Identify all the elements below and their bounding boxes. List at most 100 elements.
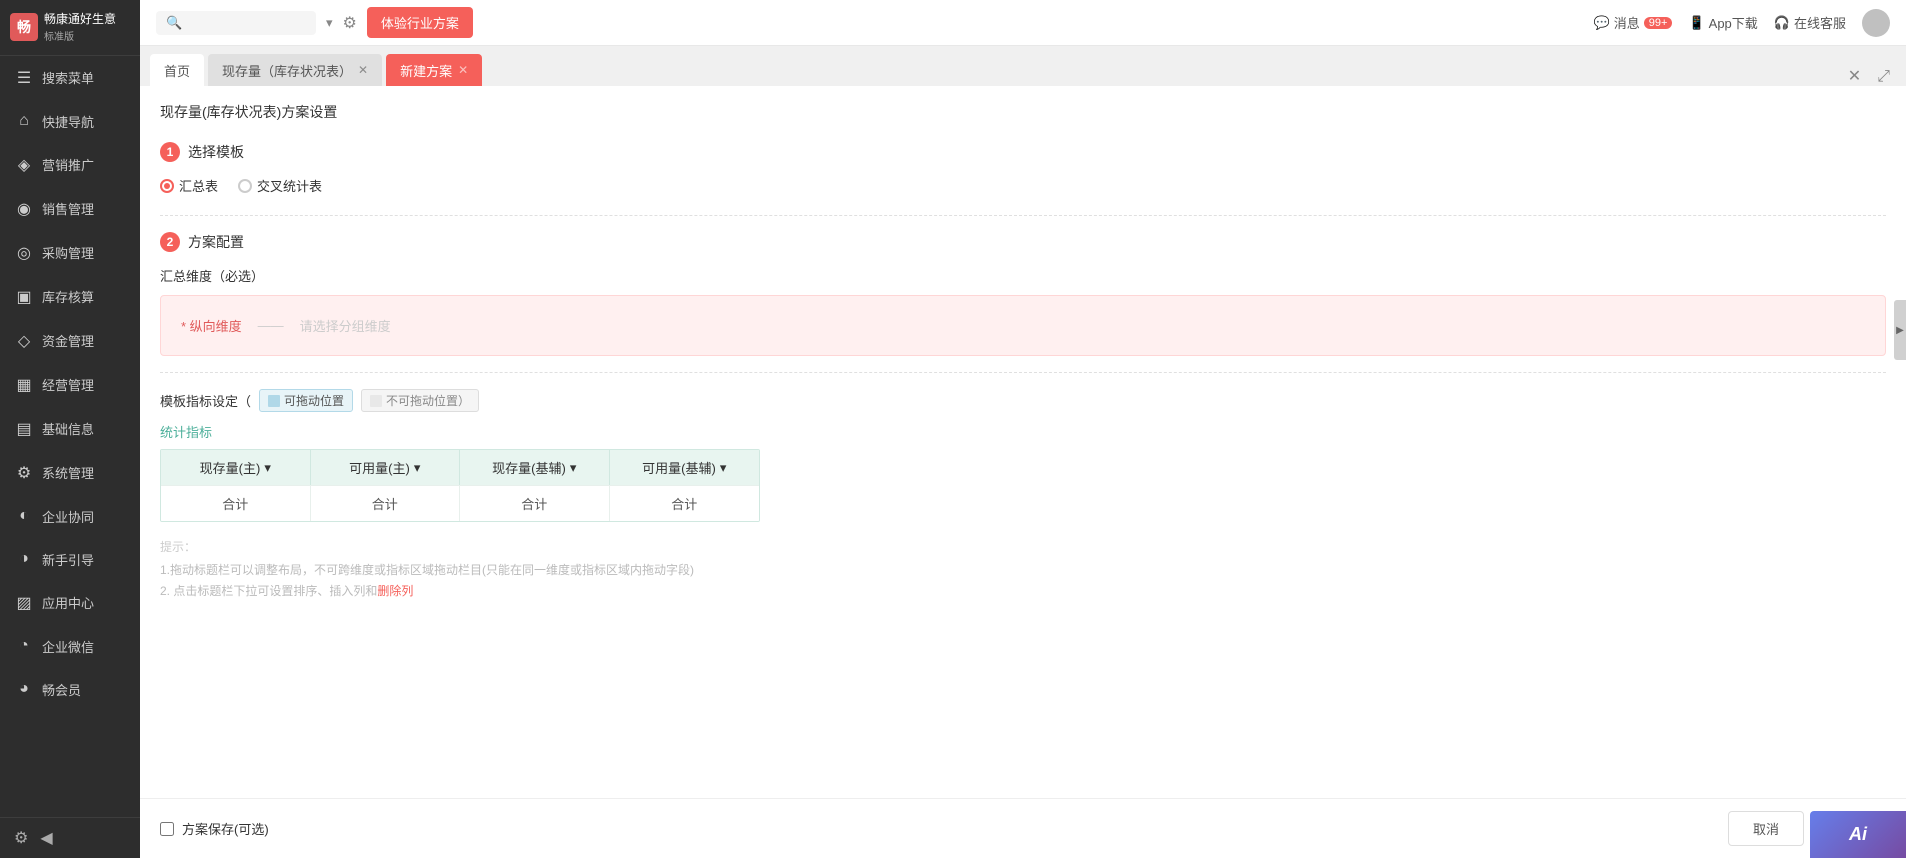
- col1-data: 合计: [161, 486, 311, 521]
- col3-label: 现存量(基辅): [492, 458, 566, 477]
- section-divider: [160, 215, 1886, 216]
- topbar-search-box[interactable]: 🔍: [156, 11, 316, 35]
- col1-chevron-icon: ▾: [264, 460, 271, 476]
- sidebar-item-sales[interactable]: ◉ 销售管理: [0, 187, 140, 231]
- user-avatar[interactable]: [1862, 9, 1890, 37]
- tips-item2-pre: 2. 点击标题栏下拉可设置排序、插入列和: [160, 584, 377, 598]
- sidebar-item-enterprise[interactable]: ◐ 企业协同: [0, 495, 140, 538]
- app-download-btn[interactable]: 📱 App下载: [1688, 13, 1757, 32]
- col-header-2[interactable]: 可用量(主) ▾: [311, 450, 461, 485]
- tips-item2: 2. 点击标题栏下拉可设置排序、插入列和删除列: [160, 582, 1886, 599]
- sidebar-item-marketing[interactable]: ◈ 营销推广: [0, 143, 140, 187]
- col1-label: 现存量(主): [200, 458, 261, 477]
- col2-data: 合计: [311, 486, 461, 521]
- page-footer: 方案保存(可选) 取消 查询: [140, 798, 1906, 858]
- col3-data: 合计: [460, 486, 610, 521]
- config-divider: [160, 372, 1886, 373]
- app-center-icon: ▨: [14, 593, 34, 613]
- vertical-dimension-label: * 纵向维度: [181, 316, 242, 335]
- enterprise-wechat-icon: ◔: [14, 637, 34, 655]
- tab-expand-icon[interactable]: ⤢: [1871, 68, 1896, 86]
- tabbar: 首页 现存量（库存状况表） ✕ 新建方案 ✕ ✕ ⤢: [140, 46, 1906, 86]
- col3-chevron-icon: ▾: [570, 460, 577, 476]
- purchase-icon: ◎: [14, 243, 34, 263]
- operations-icon: ▦: [14, 375, 34, 395]
- sidebar-nav: ☰ 搜索菜单 ⌂ 快捷导航 ◈ 营销推广 ◉ 销售管理 ◎ 采购管理 ▣ 库存核…: [0, 56, 140, 817]
- radio-cross[interactable]: 交叉统计表: [238, 176, 322, 195]
- tab-home-label: 首页: [164, 61, 190, 80]
- quick-nav-icon: ⌂: [14, 112, 34, 130]
- sidebar-item-member[interactable]: ◕ 畅会员: [0, 668, 140, 711]
- metrics-settings-text: 模板指标设定（: [160, 391, 251, 410]
- sidebar-item-operations[interactable]: ▦ 经营管理: [0, 363, 140, 407]
- sidebar-item-finance[interactable]: ◇ 资金管理: [0, 319, 140, 363]
- tab-inventory-status[interactable]: 现存量（库存状况表） ✕: [208, 54, 382, 86]
- tips-section: 提示： 1.拖动标题栏可以调整布局，不可跨维度或指标区域拖动栏目(只能在同一维度…: [160, 538, 1886, 599]
- content-area: 现存量(库存状况表)方案设置 1 选择模板 汇总表 交叉统计表: [140, 86, 1906, 798]
- tips-item1: 1.拖动标题栏可以调整布局，不可跨维度或指标区域拖动栏目(只能在同一维度或指标区…: [160, 561, 1886, 578]
- cancel-button[interactable]: 取消: [1728, 811, 1804, 846]
- dimension-required-area: * 纵向维度 —— 请选择分组维度: [160, 295, 1886, 356]
- sidebar-item-quick-nav[interactable]: ⌂ 快捷导航: [0, 100, 140, 143]
- config-summary-dimension: 汇总维度（必选） * 纵向维度 —— 请选择分组维度: [160, 266, 1886, 356]
- ai-float-button[interactable]: Ai: [1810, 811, 1906, 858]
- app-edition: 标准版: [44, 28, 116, 43]
- sidebar-item-label: 资金管理: [42, 331, 94, 350]
- sidebar-item-new-guide[interactable]: ◑ 新手引导: [0, 538, 140, 581]
- col-header-3[interactable]: 现存量(基辅) ▾: [460, 450, 610, 485]
- sidebar-item-label: 销售管理: [42, 199, 94, 218]
- sidebar-item-enterprise-wechat[interactable]: ◔ 企业微信: [0, 625, 140, 668]
- search-input[interactable]: [188, 16, 306, 30]
- sidebar-item-system[interactable]: ⚙ 系统管理: [0, 451, 140, 495]
- tab-home[interactable]: 首页: [150, 54, 204, 86]
- sidebar-item-label: 营销推广: [42, 155, 94, 174]
- app-download-label: App下载: [1709, 13, 1758, 32]
- topbar: 🔍 ▾ ⚙ 体验行业方案 💬 消息 99+ 📱 App下载 🎧 在线客服: [140, 0, 1906, 46]
- inventory-icon: ▣: [14, 287, 34, 307]
- col-header-1[interactable]: 现存量(主) ▾: [161, 450, 311, 485]
- save-label: 方案保存(可选): [182, 819, 269, 838]
- sidebar-item-label: 企业协同: [42, 507, 94, 526]
- col-header-4[interactable]: 可用量(基辅) ▾: [610, 450, 760, 485]
- right-sidebar-toggle[interactable]: ▶: [1894, 300, 1906, 360]
- messages-btn[interactable]: 💬 消息 99+: [1594, 13, 1673, 32]
- non-draggable-badge: 不可拖动位置）: [361, 389, 479, 412]
- sidebar-item-label: 基础信息: [42, 419, 94, 438]
- sidebar-item-search-menu[interactable]: ☰ 搜索菜单: [0, 56, 140, 100]
- metrics-settings: 模板指标设定（ 可拖动位置 不可拖动位置） 统计指标: [160, 389, 1886, 522]
- radio-summary[interactable]: 汇总表: [160, 176, 218, 195]
- online-service-btn[interactable]: 🎧 在线客服: [1774, 13, 1846, 32]
- chevron-down-icon[interactable]: ▾: [326, 15, 333, 31]
- trial-btn[interactable]: 体验行业方案: [367, 7, 473, 38]
- online-service-label: 在线客服: [1794, 13, 1846, 32]
- tips-title: 提示：: [160, 538, 1886, 555]
- tab-new-scheme[interactable]: 新建方案 ✕: [386, 54, 482, 86]
- draggable-badge: 可拖动位置: [259, 389, 353, 412]
- sidebar-item-inventory[interactable]: ▣ 库存核算: [0, 275, 140, 319]
- select-dimension-hint: 请选择分组维度: [300, 316, 391, 335]
- messages-label: 消息: [1614, 13, 1640, 32]
- marketing-icon: ◈: [14, 155, 34, 175]
- enterprise-icon: ◐: [14, 507, 34, 525]
- col2-label: 可用量(主): [349, 458, 410, 477]
- tab-inventory-close-icon[interactable]: ✕: [358, 63, 368, 77]
- app-name: 畅康通好生意: [44, 12, 116, 28]
- settings-icon[interactable]: ⚙: [343, 13, 357, 33]
- sidebar-item-label: 采购管理: [42, 243, 94, 262]
- app-logo: 畅 畅康通好生意 标准版: [0, 0, 140, 56]
- sidebar-item-app-center[interactable]: ▨ 应用中心: [0, 581, 140, 625]
- finance-icon: ◇: [14, 331, 34, 351]
- save-checkbox[interactable]: [160, 822, 174, 836]
- draggable-indicator: [268, 395, 280, 407]
- settings-footer-icon[interactable]: ⚙: [14, 828, 28, 848]
- sidebar-item-purchase[interactable]: ◎ 采购管理: [0, 231, 140, 275]
- sidebar-item-label: 搜索菜单: [42, 68, 94, 87]
- section-plan-config: 2 方案配置 汇总维度（必选） * 纵向维度 —— 请选择分组维度: [160, 232, 1886, 599]
- sidebar-item-basic-info[interactable]: ▤ 基础信息: [0, 407, 140, 451]
- draggable-label: 可拖动位置: [284, 392, 344, 409]
- sidebar-item-label: 新手引导: [42, 550, 94, 569]
- non-draggable-indicator: [370, 395, 382, 407]
- collapse-icon[interactable]: ◀: [40, 828, 52, 848]
- tab-close-all-icon[interactable]: ✕: [1842, 66, 1867, 86]
- tab-new-scheme-close-icon[interactable]: ✕: [458, 63, 468, 77]
